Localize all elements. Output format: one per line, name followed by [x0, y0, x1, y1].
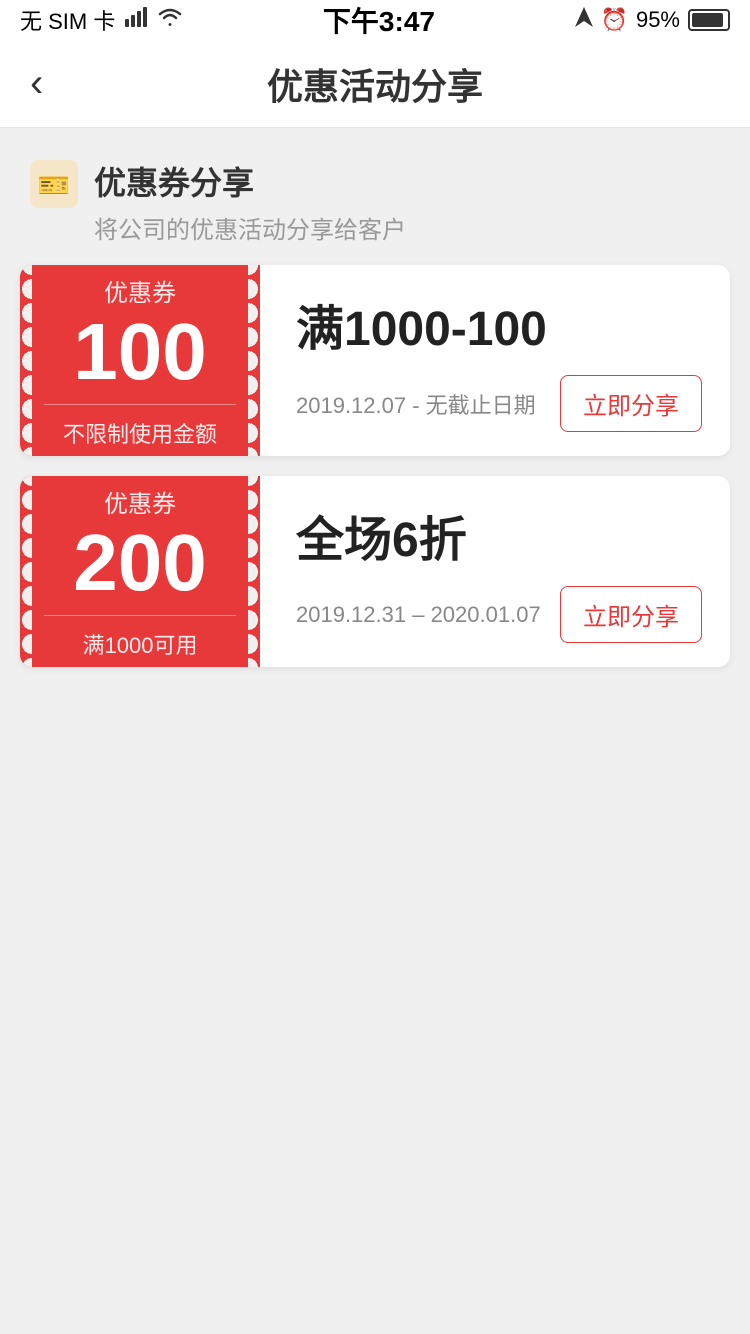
alarm-icon: ⏰ [601, 7, 628, 33]
signal-icon [125, 7, 147, 33]
section-subtitle: 将公司的优惠活动分享给客户 [94, 210, 406, 245]
coupon-condition-2: 满1000可用 [73, 628, 208, 660]
status-time: 下午3:47 [323, 0, 435, 40]
coupon-right-1: 满1000-100 2019.12.07 - 无截止日期 立即分享 [260, 265, 730, 456]
coupon-section-icon: 🎫 [30, 160, 78, 208]
coupon-list: 优惠券 100 不限制使用金额 满1000-100 2019.12.07 - 无… [0, 265, 750, 667]
coupon-date-2: 2019.12.31 – 2020.01.07 [296, 602, 548, 628]
svg-text:🎫: 🎫 [38, 170, 70, 200]
status-right: ⏰ 95% [575, 7, 730, 33]
section-title: 优惠券分享 [94, 158, 406, 204]
share-button-2[interactable]: 立即分享 [560, 586, 702, 643]
back-button[interactable]: ‹ [30, 61, 43, 106]
coupon-divider-1 [44, 404, 236, 405]
coupon-condition-1: 不限制使用金额 [53, 417, 227, 449]
coupon-name-2: 全场6折 [296, 500, 702, 570]
status-left: 无 SIM 卡 [20, 4, 183, 36]
share-button-1[interactable]: 立即分享 [560, 375, 702, 432]
coupon-meta-2: 2019.12.31 – 2020.01.07 立即分享 [296, 586, 702, 643]
carrier-text: 无 SIM 卡 [20, 4, 115, 36]
nav-bar: ‹ 优惠活动分享 [0, 40, 750, 128]
coupon-left-2: 优惠券 200 满1000可用 [20, 476, 260, 667]
wifi-icon [157, 7, 183, 33]
coupon-type-2: 优惠券 [104, 484, 176, 519]
coupon-date-1: 2019.12.07 - 无截止日期 [296, 388, 548, 420]
battery-percent: 95% [636, 7, 680, 33]
coupon-type-1: 优惠券 [104, 273, 176, 308]
coupon-name-1: 满1000-100 [296, 289, 702, 359]
coupon-card-1: 优惠券 100 不限制使用金额 满1000-100 2019.12.07 - 无… [20, 265, 730, 456]
back-icon: ‹ [30, 61, 43, 106]
coupon-divider-2 [44, 615, 236, 616]
location-icon [575, 7, 593, 33]
coupon-amount-1: 100 [73, 312, 206, 392]
coupon-meta-1: 2019.12.07 - 无截止日期 立即分享 [296, 375, 702, 432]
section-text: 优惠券分享 将公司的优惠活动分享给客户 [94, 158, 406, 245]
status-bar: 无 SIM 卡 下午3:47 ⏰ 95% [0, 0, 750, 40]
section-header: 🎫 优惠券分享 将公司的优惠活动分享给客户 [0, 128, 750, 265]
coupon-amount-2: 200 [73, 523, 206, 603]
coupon-right-2: 全场6折 2019.12.31 – 2020.01.07 立即分享 [260, 476, 730, 667]
coupon-left-1: 优惠券 100 不限制使用金额 [20, 265, 260, 456]
battery-icon [688, 9, 730, 31]
bottom-empty-space [0, 687, 750, 1287]
coupon-card-2: 优惠券 200 满1000可用 全场6折 2019.12.31 – 2020.0… [20, 476, 730, 667]
page-title: 优惠活动分享 [267, 58, 483, 110]
